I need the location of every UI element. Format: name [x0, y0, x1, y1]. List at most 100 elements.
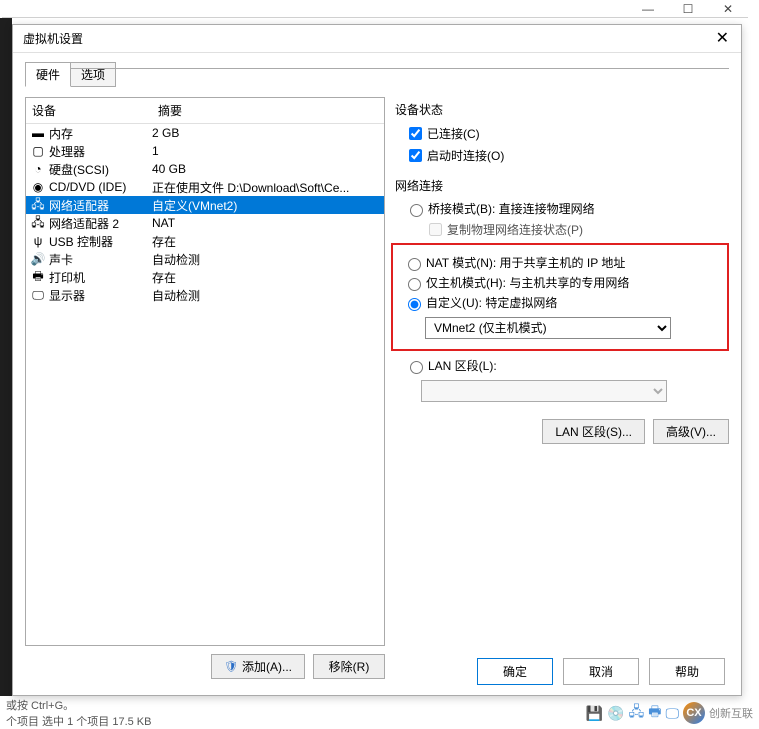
replicate-checkbox [429, 223, 442, 236]
custom-radio-row[interactable]: 自定义(U): 特定虚拟网络 [403, 294, 721, 311]
device-summary: NAT [152, 216, 384, 230]
tab-strip: 硬件 选项 [13, 53, 741, 87]
replicate-label: 复制物理网络连接状态(P) [447, 221, 583, 238]
help-button[interactable]: 帮助 [649, 658, 725, 685]
dialog-titlebar: 虚拟机设置 ✕ [13, 25, 741, 53]
add-button[interactable]: 🛡 添加(A)... [211, 654, 305, 679]
device-status-group: 设备状态 已连接(C) 启动时连接(O) [395, 101, 729, 165]
column-summary[interactable]: 摘要 [152, 98, 384, 123]
network-icon: 🖧 [30, 215, 46, 231]
tray-disk-icon[interactable]: 💾 [586, 705, 603, 722]
device-summary: 40 GB [152, 162, 384, 176]
lan-segment-label: LAN 区段(L): [428, 357, 497, 374]
add-button-label: 添加(A)... [242, 658, 292, 675]
advanced-button[interactable]: 高级(V)... [653, 419, 729, 444]
bridged-radio-row[interactable]: 桥接模式(B): 直接连接物理网络 [405, 200, 729, 217]
network-connection-title: 网络连接 [395, 177, 729, 194]
tab-hardware[interactable]: 硬件 [25, 62, 71, 87]
connect-poweron-label: 启动时连接(O) [427, 147, 504, 164]
device-name: 网络适配器 2 [49, 215, 152, 232]
device-row[interactable]: 🖶打印机存在 [26, 268, 384, 286]
printer-icon: 🖶 [30, 269, 46, 285]
device-row[interactable]: ▢处理器1 [26, 142, 384, 160]
replicate-checkbox-row: 复制物理网络连接状态(P) [425, 220, 729, 239]
device-summary: 存在 [152, 233, 384, 250]
device-row[interactable]: ◉CD/DVD (IDE)正在使用文件 D:\Download\Soft\Ce.… [26, 178, 384, 196]
device-name: 内存 [49, 125, 152, 142]
device-summary: 自动检测 [152, 251, 384, 268]
device-name: 显示器 [49, 287, 152, 304]
tray-network-icon[interactable]: 🖧 [629, 701, 645, 725]
device-name: USB 控制器 [49, 233, 152, 250]
device-row[interactable]: 🖧网络适配器 2NAT [26, 214, 384, 232]
bridged-label: 桥接模式(B): 直接连接物理网络 [428, 200, 595, 217]
hostonly-radio[interactable] [408, 278, 421, 291]
device-row[interactable]: ◔硬盘(SCSI)40 GB [26, 160, 384, 178]
connected-checkbox-row[interactable]: 已连接(C) [405, 124, 729, 143]
lan-segments-button[interactable]: LAN 区段(S)... [542, 419, 645, 444]
connected-checkbox[interactable] [409, 127, 422, 140]
device-row[interactable]: ▬内存2 GB [26, 124, 384, 142]
custom-label: 自定义(U): 特定虚拟网络 [426, 294, 557, 311]
device-name: 硬盘(SCSI) [49, 161, 152, 178]
device-summary: 正在使用文件 D:\Download\Soft\Ce... [152, 179, 384, 196]
device-name: 网络适配器 [49, 197, 152, 214]
custom-radio[interactable] [408, 298, 421, 311]
device-summary: 存在 [152, 269, 384, 286]
ok-button[interactable]: 确定 [477, 658, 553, 685]
device-list[interactable]: 设备 摘要 ▬内存2 GB▢处理器1◔硬盘(SCSI)40 GB◉CD/DVD … [25, 97, 385, 646]
brand-logo-icon: CX [683, 702, 705, 724]
status-text-1: 或按 Ctrl+G。 [6, 697, 151, 713]
device-row[interactable]: 🔊声卡自动检测 [26, 250, 384, 268]
lan-segment-select [421, 380, 667, 402]
device-name: CD/DVD (IDE) [49, 180, 152, 194]
network-connection-group: 网络连接 桥接模式(B): 直接连接物理网络 复制物理网络连接状态(P) NAT… [395, 177, 729, 402]
device-name: 处理器 [49, 143, 152, 160]
column-device[interactable]: 设备 [26, 98, 152, 123]
disk-icon: ◔ [30, 161, 46, 177]
connect-poweron-checkbox[interactable] [409, 149, 422, 162]
device-summary: 1 [152, 144, 384, 158]
brand-logo-text: 创新互联 [709, 705, 753, 721]
usb-icon: ψ [30, 233, 46, 249]
network-icon: 🖧 [30, 197, 46, 213]
nat-radio[interactable] [408, 258, 421, 271]
dialog-close-button[interactable]: ✕ [710, 31, 735, 47]
tab-options[interactable]: 选项 [71, 62, 116, 87]
nat-label: NAT 模式(N): 用于共享主机的 IP 地址 [426, 254, 625, 271]
cancel-button[interactable]: 取消 [563, 658, 639, 685]
device-summary: 自动检测 [152, 287, 384, 304]
custom-vmnet-select[interactable]: VMnet2 (仅主机模式) [425, 317, 671, 339]
lan-segment-radio[interactable] [410, 361, 423, 374]
device-name: 打印机 [49, 269, 152, 286]
device-row[interactable]: 🖧网络适配器自定义(VMnet2) [26, 196, 384, 214]
parent-minimize-button[interactable]: — [628, 0, 668, 18]
parent-maximize-button[interactable]: ☐ [668, 0, 708, 18]
hostonly-radio-row[interactable]: 仅主机模式(H): 与主机共享的专用网络 [403, 274, 721, 291]
cpu-icon: ▢ [30, 143, 46, 159]
sound-icon: 🔊 [30, 251, 46, 267]
highlighted-options: NAT 模式(N): 用于共享主机的 IP 地址 仅主机模式(H): 与主机共享… [391, 243, 729, 351]
device-summary: 自定义(VMnet2) [152, 197, 384, 214]
device-status-title: 设备状态 [395, 101, 729, 118]
lan-segment-radio-row[interactable]: LAN 区段(L): [405, 357, 729, 374]
tray-display-icon[interactable]: 🖵 [666, 705, 680, 722]
tray-cd-icon[interactable]: 💿 [607, 705, 624, 722]
tray-printer-icon[interactable]: 🖶 [648, 701, 661, 725]
connect-poweron-checkbox-row[interactable]: 启动时连接(O) [405, 146, 729, 165]
parent-close-button[interactable]: ✕ [708, 0, 748, 18]
hostonly-label: 仅主机模式(H): 与主机共享的专用网络 [426, 274, 629, 291]
vm-settings-dialog: 虚拟机设置 ✕ 硬件 选项 设备 摘要 ▬内存2 GB▢处理器1◔硬盘(SCSI… [12, 24, 742, 696]
brand-logo: CX 创新互联 [683, 702, 753, 724]
remove-button[interactable]: 移除(R) [313, 654, 385, 679]
status-text-2: 个项目 选中 1 个项目 17.5 KB [6, 713, 151, 729]
device-row[interactable]: ψUSB 控制器存在 [26, 232, 384, 250]
remove-button-label: 移除(R) [329, 658, 370, 675]
device-row[interactable]: 🖵显示器自动检测 [26, 286, 384, 304]
nat-radio-row[interactable]: NAT 模式(N): 用于共享主机的 IP 地址 [403, 254, 721, 271]
bridged-radio[interactable] [410, 204, 423, 217]
status-bar: 或按 Ctrl+G。 个项目 选中 1 个项目 17.5 KB 💾 💿 🖧 🖶 … [0, 697, 759, 729]
display-icon: 🖵 [30, 287, 46, 303]
connected-label: 已连接(C) [427, 125, 480, 142]
memory-icon: ▬ [30, 125, 46, 141]
